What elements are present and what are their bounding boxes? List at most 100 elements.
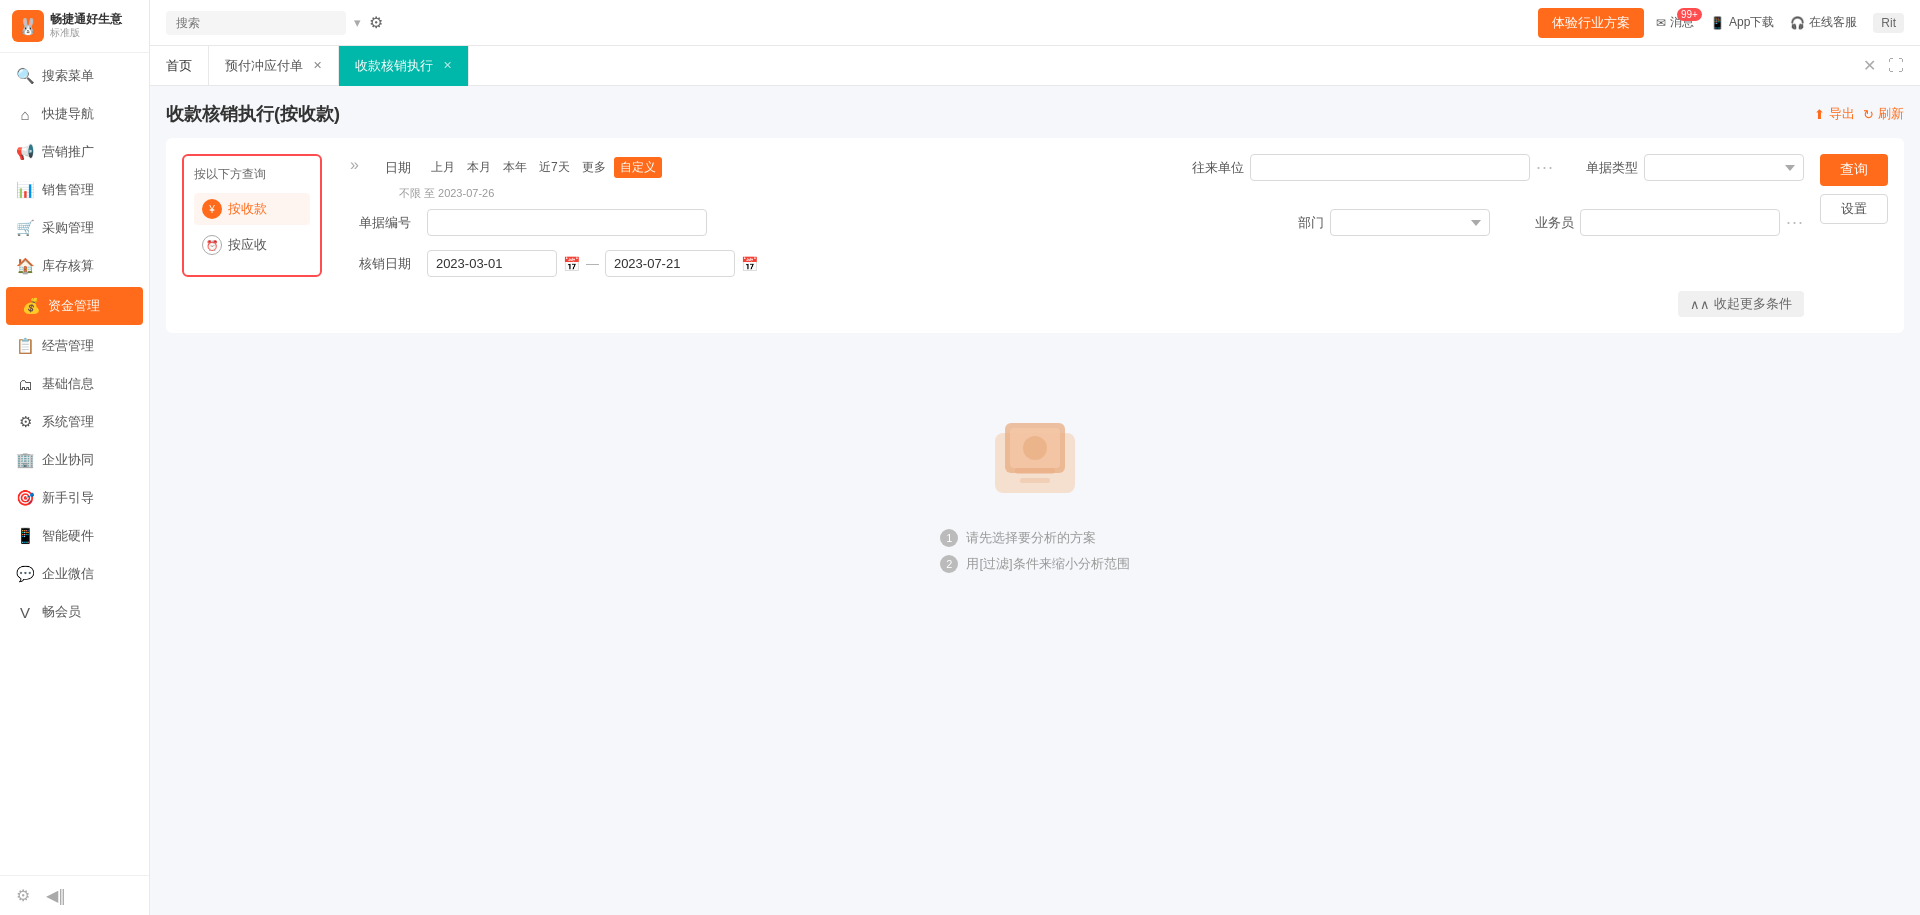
- sidebar-item-operation[interactable]: 📋 经营管理: [0, 327, 149, 365]
- more-btn[interactable]: 更多: [578, 157, 610, 178]
- filter-left-title: 按以下方查询: [194, 166, 310, 183]
- verify-date-start-input[interactable]: [427, 250, 557, 277]
- sidebar-item-member-label: 畅会员: [42, 603, 81, 621]
- app-download-button[interactable]: 📱 App下载: [1710, 14, 1774, 31]
- dept-select[interactable]: [1330, 209, 1490, 236]
- salesperson-label: 业务员: [1522, 214, 1574, 232]
- user-info[interactable]: Rit: [1873, 13, 1904, 33]
- tab-prepay[interactable]: 预付冲应付单 ✕: [209, 46, 339, 86]
- export-button[interactable]: ⬆ 导出: [1814, 105, 1855, 123]
- sidebar-item-marketing-label: 营销推广: [42, 143, 94, 161]
- doc-type-label: 单据类型: [1586, 159, 1638, 177]
- hardware-icon: 📱: [16, 527, 34, 545]
- date-label: 日期: [359, 159, 411, 177]
- this-year-btn[interactable]: 本年: [499, 157, 531, 178]
- date-note: 不限 至 2023-07-26: [399, 187, 494, 199]
- close-tab-icon[interactable]: ✕: [1859, 52, 1880, 79]
- collapse-left-button[interactable]: »: [350, 154, 359, 174]
- verify-date-label: 核销日期: [359, 255, 411, 273]
- tab-prepay-close[interactable]: ✕: [313, 59, 322, 72]
- svg-rect-5: [1020, 478, 1050, 483]
- sidebar-item-operation-label: 经营管理: [42, 337, 94, 355]
- last-month-btn[interactable]: 上月: [427, 157, 459, 178]
- filter-option-by-receivable[interactable]: ⏰ 按应收: [194, 229, 310, 261]
- tab-home[interactable]: 首页: [150, 46, 209, 86]
- sidebar-item-inventory-label: 库存核算: [42, 257, 94, 275]
- sidebar-item-sales[interactable]: 📊 销售管理: [0, 171, 149, 209]
- cal-start-icon[interactable]: 📅: [563, 256, 580, 272]
- topbar: ▾ ⚙ 体验行业方案 ✉ 消息 99+ 📱 App下载 🎧 在线客服 Rit: [150, 0, 1920, 46]
- sidebar-item-wecom[interactable]: 💬 企业微信: [0, 555, 149, 593]
- basic-icon: 🗂: [16, 376, 34, 393]
- refresh-button[interactable]: ↻ 刷新: [1863, 105, 1904, 123]
- sidebar-item-hardware[interactable]: 📱 智能硬件: [0, 517, 149, 555]
- topbar-right: ✉ 消息 99+ 📱 App下载 🎧 在线客服 Rit: [1656, 13, 1904, 33]
- service-icon: 🎧: [1790, 16, 1805, 30]
- sidebar-item-system[interactable]: ⚙ 系统管理: [0, 403, 149, 441]
- custom-btn[interactable]: 自定义: [614, 157, 662, 178]
- sidebar-item-wecom-label: 企业微信: [42, 565, 94, 583]
- counterpart-more-icon[interactable]: ···: [1536, 157, 1554, 178]
- message-button[interactable]: ✉ 消息 99+: [1656, 14, 1694, 31]
- sidebar-item-hardware-label: 智能硬件: [42, 527, 94, 545]
- empty-hint-2: 用[过滤]条件来缩小分析范围: [966, 555, 1129, 573]
- sidebar-item-basic[interactable]: 🗂 基础信息: [0, 365, 149, 403]
- collapse-more-row: ∧∧ 收起更多条件: [359, 291, 1804, 317]
- member-icon: V: [16, 604, 34, 621]
- empty-hints: 1 请先选择要分析的方案 2 用[过滤]条件来缩小分析范围: [940, 529, 1129, 573]
- system-icon: ⚙: [16, 413, 34, 431]
- sidebar-item-enterprise[interactable]: 🏢 企业协同: [0, 441, 149, 479]
- search-input[interactable]: [166, 11, 346, 35]
- sidebar-item-quicknav-label: 快捷导航: [42, 105, 94, 123]
- sidebar-item-guide[interactable]: 🎯 新手引导: [0, 479, 149, 517]
- collapse-sidebar-icon[interactable]: ◀‖: [46, 886, 66, 905]
- sidebar-item-quicknav[interactable]: ⌂ 快捷导航: [0, 95, 149, 133]
- date-note-row: 不限 至 2023-07-26: [359, 185, 1804, 201]
- filter-option-by-receipt[interactable]: ¥ 按收款: [194, 193, 310, 225]
- doc-no-input[interactable]: [427, 209, 707, 236]
- sidebar-item-inventory[interactable]: 🏠 库存核算: [0, 247, 149, 285]
- collapse-more-button[interactable]: ∧∧ 收起更多条件: [1678, 291, 1804, 317]
- service-label: 在线客服: [1809, 14, 1857, 31]
- receipt-icon: ¥: [202, 199, 222, 219]
- doc-type-select[interactable]: [1644, 154, 1804, 181]
- page-actions: ⬆ 导出 ↻ 刷新: [1814, 105, 1904, 123]
- date-shortcuts: 上月 本月 本年 近7天 更多 自定义: [427, 157, 662, 178]
- sidebar-item-purchase[interactable]: 🛒 采购管理: [0, 209, 149, 247]
- sidebar-item-search-label: 搜索菜单: [42, 67, 94, 85]
- this-month-btn[interactable]: 本月: [463, 157, 495, 178]
- doc-no-label: 单据编号: [359, 214, 411, 232]
- last-7days-btn[interactable]: 近7天: [535, 157, 574, 178]
- receivable-icon: ⏰: [202, 235, 222, 255]
- trial-button[interactable]: 体验行业方案: [1538, 8, 1644, 38]
- logo-subtitle: 标准版: [50, 26, 122, 40]
- sidebar-item-purchase-label: 采购管理: [42, 219, 94, 237]
- settings-bottom-icon[interactable]: ⚙: [16, 886, 30, 905]
- verify-date-end-input[interactable]: [605, 250, 735, 277]
- setting-button[interactable]: 设置: [1820, 194, 1888, 224]
- sidebar-item-search[interactable]: 🔍 搜索菜单: [0, 57, 149, 95]
- counterpart-input[interactable]: [1250, 154, 1530, 181]
- filter-row-1: 日期 上月 本月 本年 近7天 更多 自定义 往来单位: [359, 154, 1804, 181]
- message-icon: ✉: [1656, 16, 1666, 30]
- online-service-button[interactable]: 🎧 在线客服: [1790, 14, 1857, 31]
- dropdown-icon[interactable]: ▾: [354, 15, 361, 30]
- cal-end-icon[interactable]: 📅: [741, 256, 758, 272]
- maximize-icon[interactable]: ⛶: [1884, 53, 1908, 79]
- home-icon: ⌂: [16, 106, 34, 123]
- sidebar-item-finance-label: 资金管理: [48, 297, 100, 315]
- guide-icon: 🎯: [16, 489, 34, 507]
- query-button[interactable]: 查询: [1820, 154, 1888, 186]
- gear-icon[interactable]: ⚙: [369, 13, 383, 32]
- sidebar-item-finance[interactable]: 💰 资金管理: [6, 287, 143, 325]
- salesperson-input[interactable]: [1580, 209, 1780, 236]
- tab-verify[interactable]: 收款核销执行 ✕: [339, 46, 469, 86]
- sidebar-item-member[interactable]: V 畅会员: [0, 593, 149, 631]
- tab-verify-close[interactable]: ✕: [443, 59, 452, 72]
- verify-date-range: 📅 — 📅: [427, 250, 758, 277]
- operation-icon: 📋: [16, 337, 34, 355]
- sales-icon: 📊: [16, 181, 34, 199]
- sidebar-item-marketing[interactable]: 📢 营销推广: [0, 133, 149, 171]
- salesperson-more-icon[interactable]: ···: [1786, 212, 1804, 233]
- sidebar-menu: 🔍 搜索菜单 ⌂ 快捷导航 📢 营销推广 📊 销售管理 🛒 采购管理 🏠 库存核…: [0, 53, 149, 875]
